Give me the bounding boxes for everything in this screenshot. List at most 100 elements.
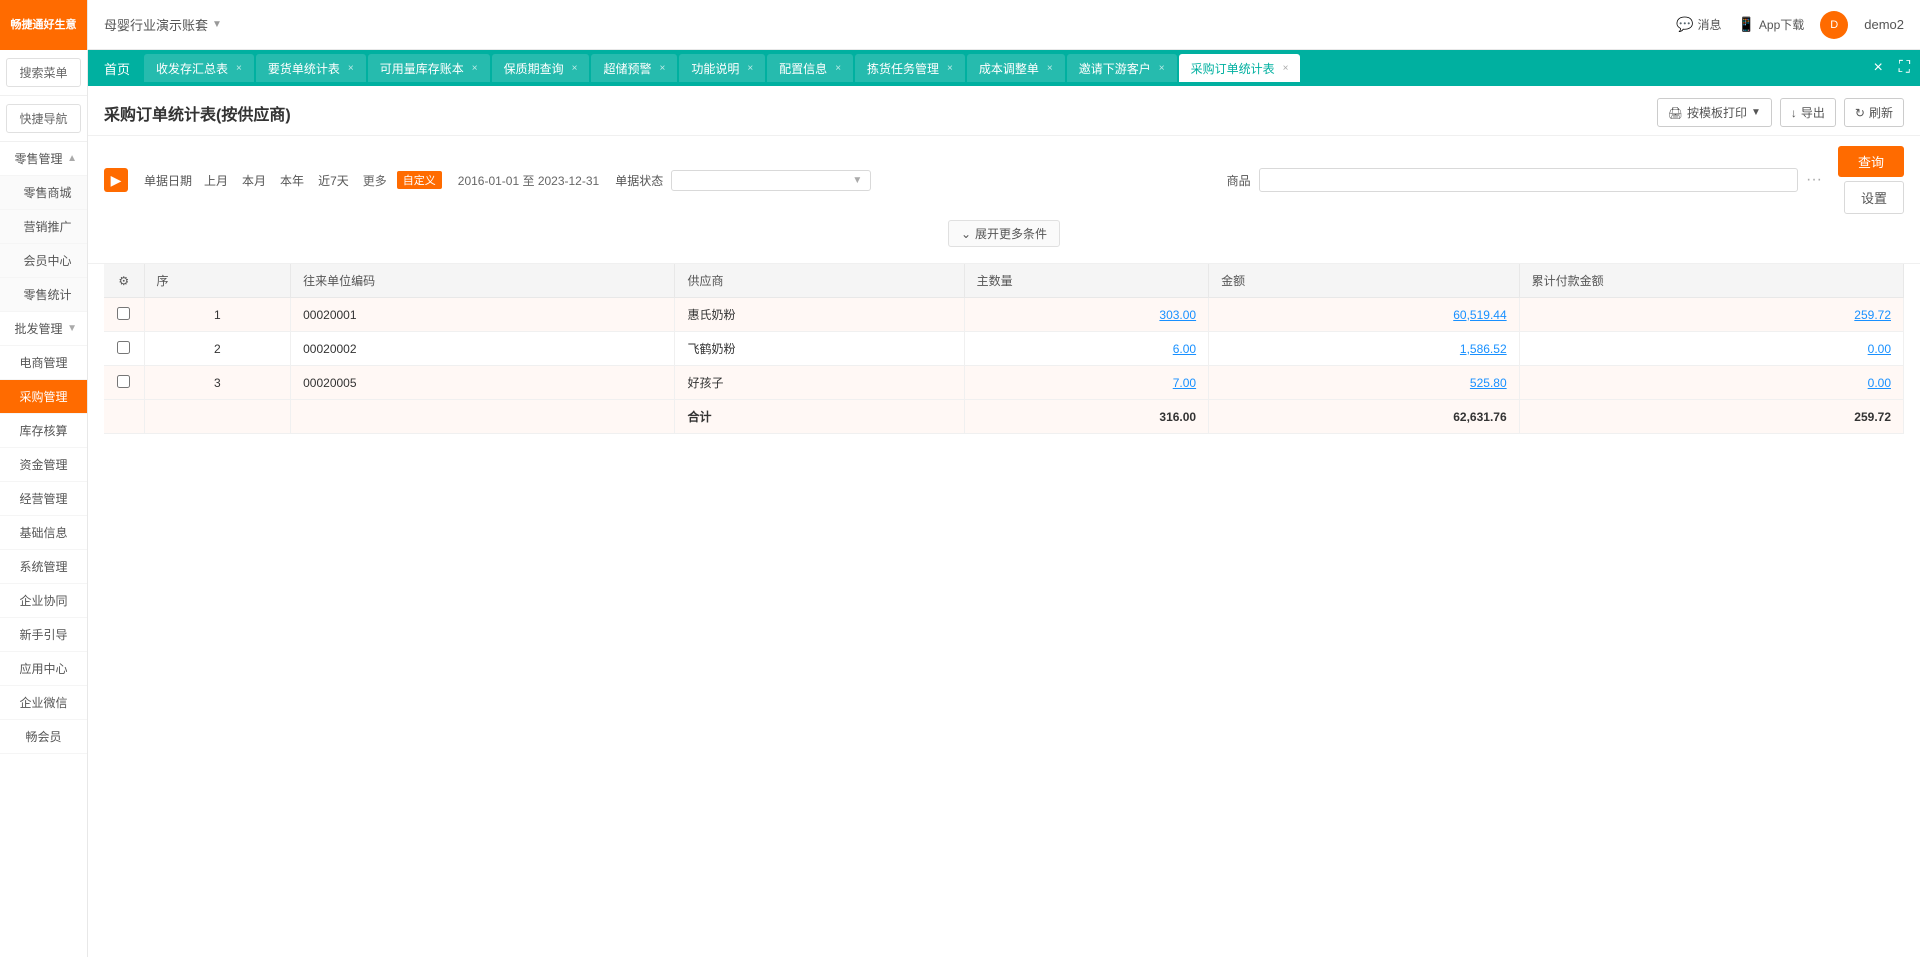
sidebar-item-wholesale-label: 批发管理 (10, 320, 67, 337)
tab-pick-task[interactable]: 拣货任务管理 × (855, 54, 965, 82)
main-qty-link-3[interactable]: 7.00 (1173, 376, 1196, 390)
sidebar-item-marketing[interactable]: 营销推广 (0, 210, 87, 244)
topbar: 母婴行业演示账套 ▼ 💬 消息 📱 App下载 D demo2 (88, 0, 1920, 50)
app-download-button[interactable]: 📱 App下载 (1737, 16, 1804, 33)
tab-feature[interactable]: 功能说明 × (679, 54, 765, 82)
filter-row-1: ▶ 单据日期 上月 本月 本年 近7天 更多 自定义 (104, 146, 1904, 214)
row-checkbox-1[interactable] (117, 307, 130, 320)
tab-goods-stat[interactable]: 要货单统计表 × (256, 54, 366, 82)
tab-invite-close[interactable]: × (1159, 63, 1165, 74)
shortcut-more[interactable]: 更多 (359, 170, 391, 191)
tab-feature-close[interactable]: × (747, 63, 753, 74)
message-button[interactable]: 💬 消息 (1676, 16, 1721, 33)
amount-link-2[interactable]: 1,586.52 (1460, 342, 1507, 356)
amount-link-3[interactable]: 525.80 (1470, 376, 1507, 390)
paid-amount-link-3[interactable]: 0.00 (1868, 376, 1891, 390)
tab-overstock[interactable]: 超储预警 × (591, 54, 677, 82)
sidebar-item-finance[interactable]: 资金管理 (0, 448, 87, 482)
username-label[interactable]: demo2 (1864, 17, 1904, 32)
shortcut-this-month[interactable]: 本月 (238, 170, 270, 191)
paid-amount-link-1[interactable]: 259.72 (1854, 308, 1891, 322)
table-row: 2 00020002 飞鹤奶粉 6.00 1,586.52 0.00 (104, 332, 1904, 366)
settings-button[interactable]: 设置 (1844, 181, 1904, 214)
tab-invite-label: 邀请下游客户 (1079, 60, 1151, 77)
search-menu-button[interactable]: 搜索菜单 (6, 58, 81, 87)
tab-purchase-stat[interactable]: 采购订单统计表 × (1179, 54, 1301, 82)
main-qty-link-2[interactable]: 6.00 (1173, 342, 1196, 356)
sidebar-item-system[interactable]: 系统管理 (0, 550, 87, 584)
print-button[interactable]: 🖨 按模板打印 ▼ (1657, 98, 1772, 127)
cell-supplier-2: 飞鹤奶粉 (675, 332, 964, 366)
custom-date-badge[interactable]: 自定义 (397, 171, 442, 189)
shortcut-7days[interactable]: 近7天 (314, 170, 353, 191)
user-avatar[interactable]: D (1820, 11, 1848, 39)
filter-area: ▶ 单据日期 上月 本月 本年 近7天 更多 自定义 (88, 136, 1920, 264)
cell-checkbox-3[interactable] (104, 366, 144, 400)
sidebar-item-wholesale[interactable]: 批发管理 ▼ (0, 312, 87, 346)
main-qty-link-1[interactable]: 303.00 (1159, 308, 1196, 322)
row-checkbox-2[interactable] (117, 341, 130, 354)
tab-overstock-close[interactable]: × (659, 63, 665, 74)
tab-cost-adjust-close[interactable]: × (1047, 63, 1053, 74)
sidebar-item-ecommerce[interactable]: 电商管理 (0, 346, 87, 380)
tab-close-all-button[interactable]: × (1867, 57, 1888, 79)
tab-receive-close[interactable]: × (236, 63, 242, 74)
tab-home[interactable]: 首页 (92, 54, 142, 82)
sidebar-item-vip[interactable]: 畅会员 (0, 720, 87, 754)
refresh-button[interactable]: ↻ 刷新 (1844, 98, 1904, 127)
tab-inventory-close[interactable]: × (472, 63, 478, 74)
query-button[interactable]: 查询 (1838, 146, 1904, 177)
table-header-row: ⚙ 序 往来单位编码 供应商 主数量 金额 累计付款金额 (104, 264, 1904, 298)
tab-purchase-stat-close[interactable]: × (1283, 63, 1289, 74)
sidebar-item-retail-stat[interactable]: 零售统计 (0, 278, 87, 312)
tab-receive[interactable]: 收发存汇总表 × (144, 54, 254, 82)
quick-nav-section[interactable]: 快捷导航 (0, 96, 87, 142)
sidebar-item-basic[interactable]: 基础信息 (0, 516, 87, 550)
quick-nav-button[interactable]: 快捷导航 (6, 104, 81, 133)
row-checkbox-3[interactable] (117, 375, 130, 388)
sidebar-item-newbie-label: 新手引导 (10, 626, 77, 643)
sidebar-item-wechat[interactable]: 企业微信 (0, 686, 87, 720)
tab-maximize-button[interactable]: ⛶ (1893, 57, 1916, 79)
filter-expand-button[interactable]: ⌄ 展开更多条件 (948, 220, 1060, 247)
sidebar-item-retail-label: 零售管理 (10, 150, 67, 167)
filter-toggle-button[interactable]: ▶ (104, 168, 128, 192)
th-unit-code: 往来单位编码 (291, 264, 675, 298)
tab-config-close[interactable]: × (835, 63, 841, 74)
tab-warranty-close[interactable]: × (572, 63, 578, 74)
th-settings[interactable]: ⚙ (104, 264, 144, 298)
sidebar-item-app-center[interactable]: 应用中心 (0, 652, 87, 686)
sidebar-item-inventory[interactable]: 库存核算 (0, 414, 87, 448)
tab-config[interactable]: 配置信息 × (767, 54, 853, 82)
table-row: 3 00020005 好孩子 7.00 525.80 0.00 (104, 366, 1904, 400)
tab-pick-task-close[interactable]: × (947, 63, 953, 74)
sidebar-item-purchase[interactable]: 采购管理 (0, 380, 87, 414)
filter-more-options-button[interactable]: ··· (1806, 171, 1822, 189)
tab-inventory[interactable]: 可用量库存账本 × (368, 54, 490, 82)
cell-checkbox-2[interactable] (104, 332, 144, 366)
filter-status-select[interactable]: ▼ (671, 170, 871, 191)
sidebar-item-retail-shop[interactable]: 零售商城 (0, 176, 87, 210)
tab-invite[interactable]: 邀请下游客户 × (1067, 54, 1177, 82)
shortcut-this-year[interactable]: 本年 (276, 170, 308, 191)
tab-goods-stat-close[interactable]: × (348, 63, 354, 74)
filter-goods-input[interactable] (1259, 168, 1798, 192)
sidebar-item-enterprise[interactable]: 企业协同 (0, 584, 87, 618)
sidebar-item-operations[interactable]: 经营管理 (0, 482, 87, 516)
account-dropdown[interactable]: 母婴行业演示账套 ▼ (104, 15, 222, 34)
app-download-label: App下载 (1759, 16, 1804, 33)
sidebar-item-member[interactable]: 会员中心 (0, 244, 87, 278)
paid-amount-link-2[interactable]: 0.00 (1868, 342, 1891, 356)
sidebar-item-retail[interactable]: 零售管理 ▲ (0, 142, 87, 176)
search-menu-section[interactable]: 搜索菜单 (0, 50, 87, 96)
footer-empty-3 (291, 400, 675, 434)
amount-link-1[interactable]: 60,519.44 (1453, 308, 1506, 322)
tab-warranty-label: 保质期查询 (504, 60, 564, 77)
shortcut-last-month[interactable]: 上月 (200, 170, 232, 191)
cell-checkbox-1[interactable] (104, 298, 144, 332)
tab-cost-adjust[interactable]: 成本调整单 × (967, 54, 1065, 82)
sidebar-item-newbie[interactable]: 新手引导 (0, 618, 87, 652)
cell-main-qty-2: 6.00 (964, 332, 1208, 366)
export-button[interactable]: ↓ 导出 (1780, 98, 1836, 127)
tab-warranty[interactable]: 保质期查询 × (492, 54, 590, 82)
